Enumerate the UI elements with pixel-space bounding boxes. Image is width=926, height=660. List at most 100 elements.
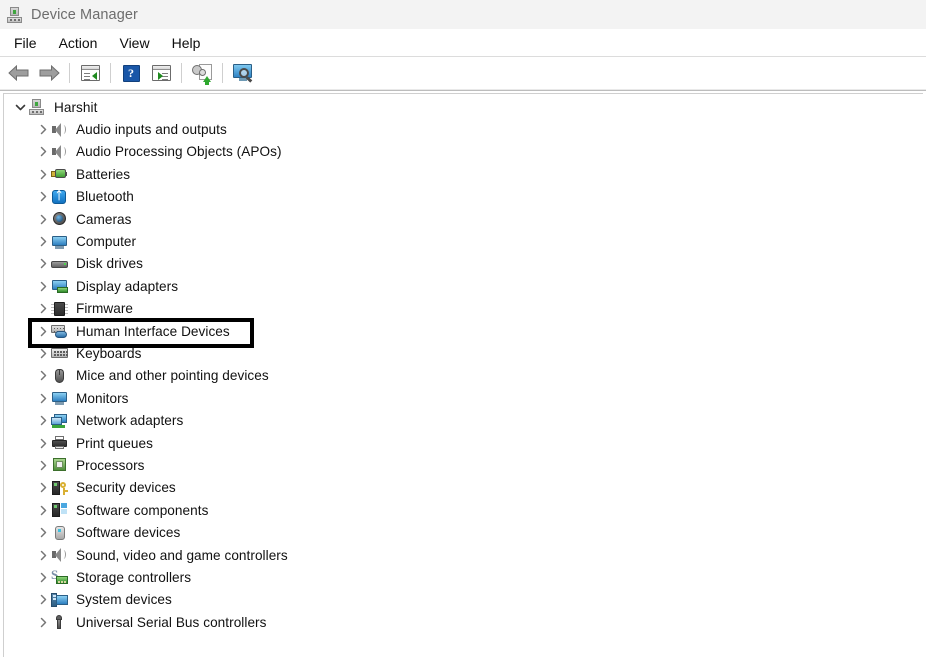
tree-item-display-adapters[interactable]: Display adapters	[4, 275, 923, 297]
chevron-right-icon[interactable]	[35, 592, 51, 608]
speaker-icon	[51, 144, 68, 160]
properties-button[interactable]	[76, 60, 104, 86]
menu-item-help[interactable]: Help	[161, 32, 212, 54]
chevron-right-icon[interactable]	[35, 547, 51, 563]
device-tree-pane[interactable]: Harshit Audio inputs and outputs	[3, 93, 923, 657]
help-button[interactable]: ?	[117, 60, 145, 86]
window-title: Device Manager	[31, 7, 138, 23]
tree-item-human-interface-devices[interactable]: Human Interface Devices	[4, 320, 923, 342]
system-device-icon	[51, 592, 68, 608]
chevron-right-icon[interactable]	[35, 144, 51, 160]
properties-icon	[81, 65, 100, 81]
title-bar: Device Manager	[0, 0, 926, 29]
help-icon: ?	[123, 65, 140, 82]
show-hidden-devices-button[interactable]	[147, 60, 175, 86]
tree-item-label: Security devices	[76, 480, 176, 495]
tree-item-label: Mice and other pointing devices	[76, 368, 269, 383]
toolbar: ?	[0, 57, 926, 89]
tree-item-print-queues[interactable]: Print queues	[4, 432, 923, 454]
chevron-right-icon[interactable]	[35, 278, 51, 294]
tree-item-label: Cameras	[76, 212, 132, 227]
chevron-right-icon[interactable]	[35, 345, 51, 361]
tree-item-system-devices[interactable]: System devices	[4, 589, 923, 611]
device-manager-icon	[7, 7, 23, 23]
toolbar-separator-1	[69, 63, 70, 83]
tree-item-label: Audio inputs and outputs	[76, 122, 227, 137]
tree-item-security-devices[interactable]: Security devices	[4, 477, 923, 499]
chevron-right-icon[interactable]	[35, 189, 51, 205]
chevron-right-icon[interactable]	[35, 502, 51, 518]
tree-item-label: Monitors	[76, 391, 129, 406]
forward-arrow-icon	[38, 65, 60, 81]
tree-item-label: Audio Processing Objects (APOs)	[76, 144, 282, 159]
tree-item-label: Computer	[76, 234, 136, 249]
chevron-right-icon[interactable]	[35, 614, 51, 630]
chevron-right-icon[interactable]	[35, 390, 51, 406]
battery-icon	[51, 166, 68, 182]
chevron-right-icon[interactable]	[35, 435, 51, 451]
chevron-right-icon[interactable]	[35, 457, 51, 473]
chevron-right-icon[interactable]	[35, 525, 51, 541]
camera-icon	[51, 211, 68, 227]
tree-item-software-components[interactable]: Software components	[4, 499, 923, 521]
tree-item-label: Network adapters	[76, 413, 183, 428]
tree-item-cameras[interactable]: Cameras	[4, 208, 923, 230]
speaker-icon	[51, 122, 68, 138]
tree-item-audio-inputs-and-outputs[interactable]: Audio inputs and outputs	[4, 118, 923, 140]
toolbar-separator-3	[181, 63, 182, 83]
tree-item-firmware[interactable]: Firmware	[4, 298, 923, 320]
tree-item-universal-serial-bus-controllers[interactable]: Universal Serial Bus controllers	[4, 611, 923, 633]
chevron-right-icon[interactable]	[35, 323, 51, 339]
chevron-right-icon[interactable]	[35, 211, 51, 227]
menu-item-view[interactable]: View	[108, 32, 160, 54]
security-device-icon	[51, 480, 68, 496]
monitor-icon	[51, 234, 68, 250]
chevron-right-icon[interactable]	[35, 166, 51, 182]
tree-root-harshit[interactable]: Harshit	[4, 96, 923, 118]
chevron-right-icon[interactable]	[35, 122, 51, 138]
tree-item-label: Software devices	[76, 525, 180, 540]
back-button[interactable]	[5, 60, 33, 86]
tree-item-batteries[interactable]: Batteries	[4, 163, 923, 185]
tree-item-software-devices[interactable]: Software devices	[4, 521, 923, 543]
tree-item-monitors[interactable]: Monitors	[4, 387, 923, 409]
monitor-icon	[51, 390, 68, 406]
tree-root-label: Harshit	[54, 100, 97, 115]
tree-item-label: Display adapters	[76, 279, 178, 294]
device-manager-window: Device Manager File Action View Help	[0, 0, 926, 660]
tree-item-sound-video-and-game-controllers[interactable]: Sound, video and game controllers	[4, 544, 923, 566]
tree-item-storage-controllers[interactable]: S Storage controllers	[4, 566, 923, 588]
computer-icon	[28, 99, 45, 115]
tree-item-network-adapters[interactable]: Network adapters	[4, 409, 923, 431]
chevron-right-icon[interactable]	[35, 480, 51, 496]
chevron-right-icon[interactable]	[35, 413, 51, 429]
software-component-icon	[51, 502, 68, 518]
update-driver-button[interactable]	[188, 60, 216, 86]
chevron-right-icon[interactable]	[35, 368, 51, 384]
chevron-down-icon[interactable]	[12, 99, 28, 115]
software-device-icon	[51, 525, 68, 541]
chevron-right-icon[interactable]	[35, 301, 51, 317]
tree-item-mice-and-other-pointing-devices[interactable]: Mice and other pointing devices	[4, 365, 923, 387]
menu-item-file[interactable]: File	[3, 32, 48, 54]
tree-item-bluetooth[interactable]: ᛏ Bluetooth	[4, 186, 923, 208]
forward-button[interactable]	[35, 60, 63, 86]
tree-item-keyboards[interactable]: Keyboards	[4, 342, 923, 364]
tree-item-label: Sound, video and game controllers	[76, 548, 288, 563]
chevron-right-icon[interactable]	[35, 256, 51, 272]
back-arrow-icon	[8, 65, 30, 81]
menu-item-action[interactable]: Action	[48, 32, 109, 54]
tree-item-audio-processing-objects[interactable]: Audio Processing Objects (APOs)	[4, 141, 923, 163]
tree-item-processors[interactable]: Processors	[4, 454, 923, 476]
tree-item-label: Storage controllers	[76, 570, 191, 585]
tree-item-label: Firmware	[76, 301, 133, 316]
tree-item-label: Keyboards	[76, 346, 141, 361]
tree-item-disk-drives[interactable]: Disk drives	[4, 253, 923, 275]
mouse-icon	[51, 368, 68, 384]
tree-item-label: Print queues	[76, 436, 153, 451]
chevron-right-icon[interactable]	[35, 234, 51, 250]
scan-hardware-changes-button[interactable]	[229, 60, 257, 86]
toolbar-separator-4	[222, 63, 223, 83]
tree-item-computer[interactable]: Computer	[4, 230, 923, 252]
chevron-right-icon[interactable]	[35, 569, 51, 585]
